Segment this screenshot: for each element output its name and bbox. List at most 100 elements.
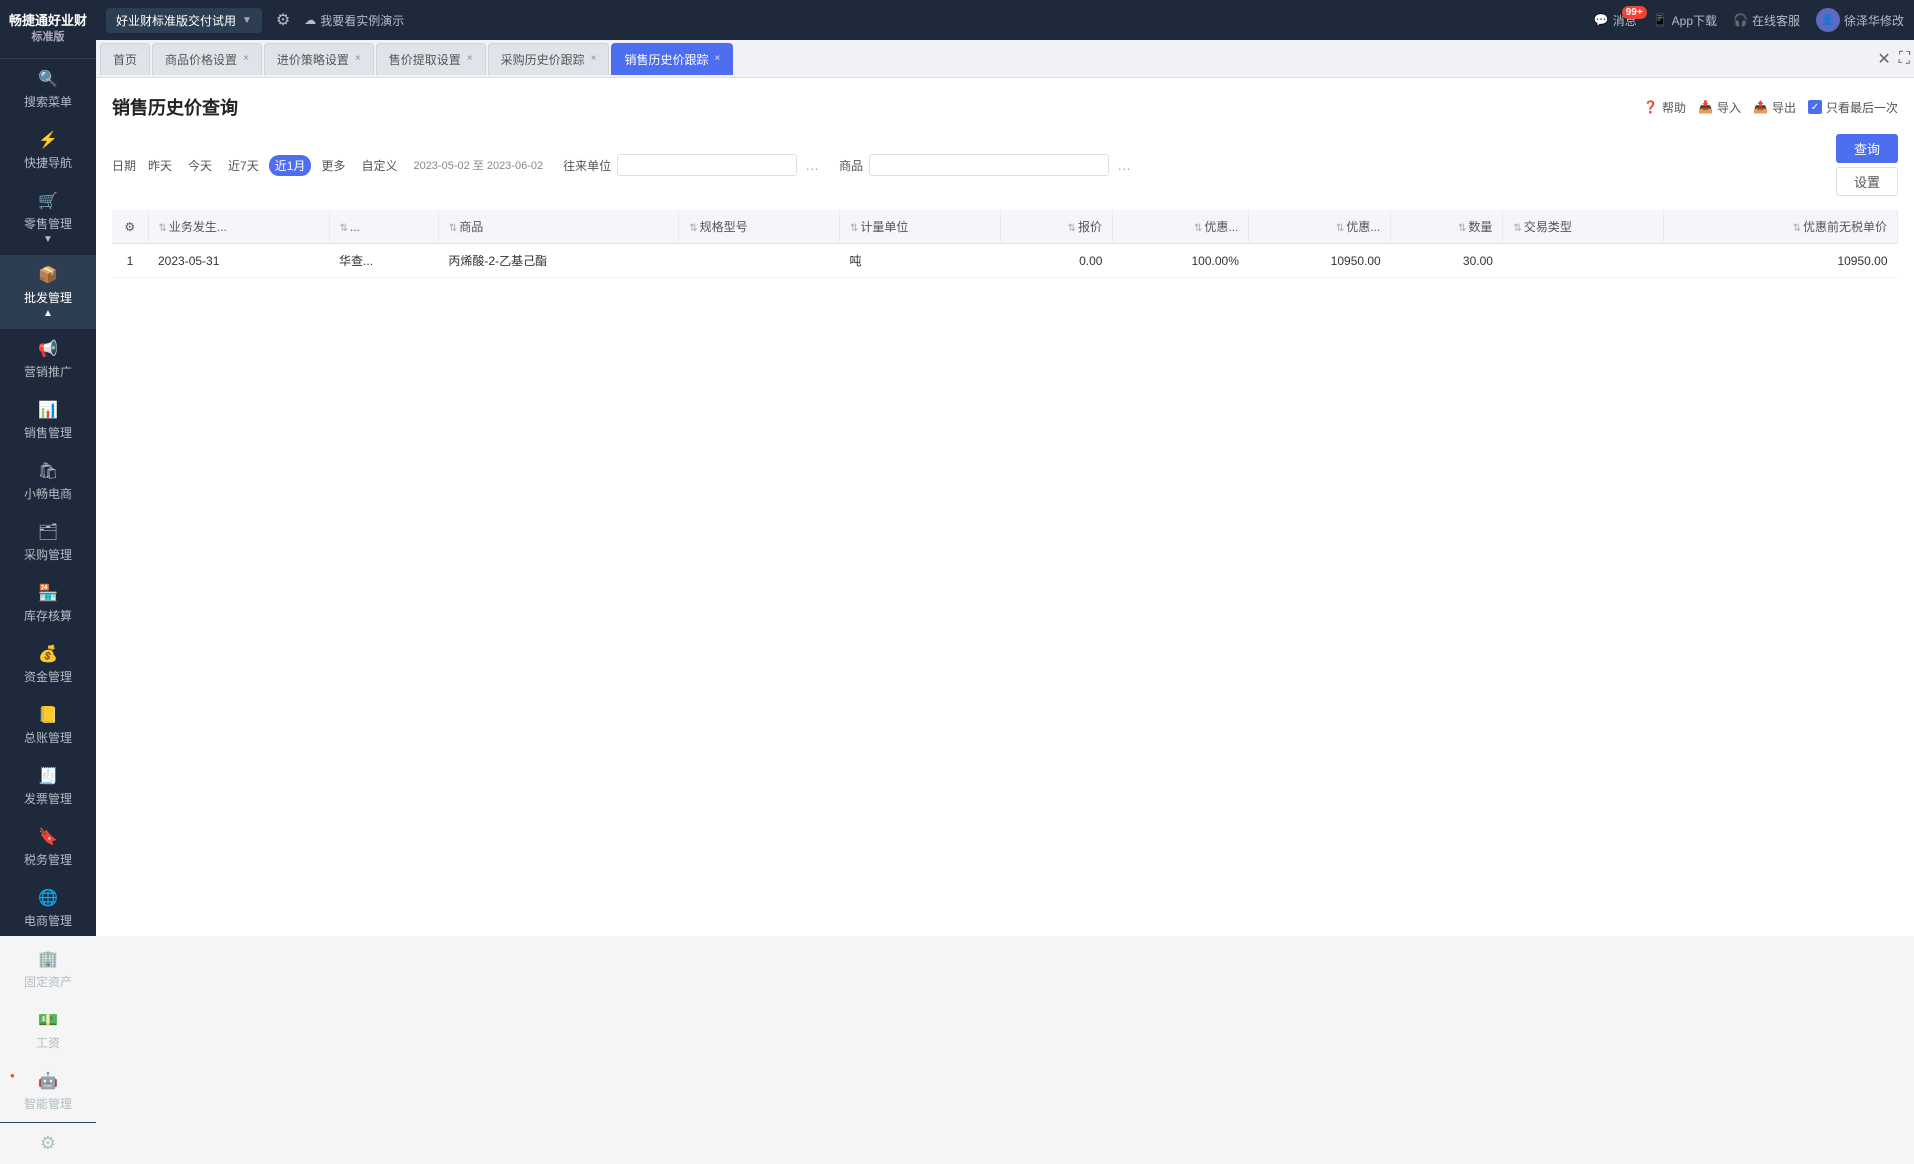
online-service-button[interactable]: 🎧 在线客服 (1733, 12, 1800, 29)
topbar-settings-button[interactable]: ⚙ (272, 6, 294, 34)
sidebar-item-wholesale[interactable]: 📦 批发管理 ▲ (0, 255, 96, 329)
phone-icon: 📱 (1653, 13, 1668, 27)
col-extra[interactable]: ⇅... (329, 210, 438, 244)
only-last-label: 只看最后一次 (1826, 99, 1898, 116)
window-controls: ✕ ⛶ (1877, 49, 1910, 69)
date-chip-yesterday[interactable]: 昨天 (142, 155, 178, 176)
sidebar-item-search[interactable]: 🔍 搜索菜单 (0, 59, 96, 120)
date-chip-1month[interactable]: 近1月 (269, 155, 312, 176)
filter-settings-button[interactable]: 设置 (1836, 167, 1898, 196)
col-quote[interactable]: ⇅报价 (1000, 210, 1112, 244)
close-icon[interactable]: × (467, 54, 473, 64)
main-area: 好业财标准版交付试用 ▼ ⚙ ☁ 我要看实例演示 💬 消息 99+ 📱 App下… (96, 0, 1914, 936)
date-chip-today[interactable]: 今天 (182, 155, 218, 176)
online-service-label: 在线客服 (1752, 12, 1800, 29)
user-profile-button[interactable]: 👤 徐泽华修改 (1816, 8, 1904, 32)
cell-trade-type (1503, 244, 1664, 278)
tab-sales-history[interactable]: 销售历史价跟踪 × (611, 43, 733, 75)
col-discount1[interactable]: ⇅优惠... (1112, 210, 1248, 244)
sort-icon: ⇅ (1458, 223, 1466, 234)
tab-purchase-history[interactable]: 采购历史价跟踪 × (488, 43, 610, 75)
sidebar-item-ecom[interactable]: 🛍 小畅电商 (0, 451, 96, 512)
sidebar-item-retail[interactable]: 🛒 零售管理 ▼ (0, 181, 96, 255)
message-badge: 99+ (1622, 6, 1647, 19)
only-last-checkbox[interactable]: ✓ 只看最后一次 (1808, 99, 1898, 116)
tab-sales-history-label: 销售历史价跟踪 (624, 51, 708, 68)
message-button[interactable]: 💬 消息 99+ (1594, 12, 1637, 29)
sidebar-item-quicknav[interactable]: ⚡ 快捷导航 (0, 120, 96, 181)
product-input[interactable] (869, 154, 1109, 176)
source-unit-input[interactable] (617, 154, 797, 176)
tab-purchase-strategy[interactable]: 进价策略设置 × (264, 43, 374, 75)
ecom-icon: 🛍 (38, 461, 58, 481)
cell-gear: 1 (112, 244, 148, 278)
tab-sale-price-extract[interactable]: 售价提取设置 × (376, 43, 486, 75)
date-chips: 昨天 今天 近7天 近1月 更多 自定义 (142, 155, 403, 176)
sidebar-item-finance[interactable]: 💰 资金管理 (0, 634, 96, 695)
table-row[interactable]: 1 2023-05-31 华查... 丙烯酸-2-乙基己酯 吨 0.00 100… (112, 244, 1898, 278)
sidebar-item-invoice[interactable]: 🧾 发票管理 (0, 756, 96, 817)
purchase-icon: 🗂 (38, 522, 58, 542)
col-trade-type[interactable]: ⇅交易类型 (1503, 210, 1664, 244)
help-button[interactable]: ❓ 帮助 (1643, 99, 1686, 116)
close-icon[interactable]: × (355, 54, 361, 64)
source-unit-dots-button[interactable]: … (805, 157, 819, 173)
query-button[interactable]: 查询 (1836, 134, 1898, 163)
retail-arrow-icon: ▼ (43, 234, 53, 245)
tab-purchase-history-label: 采购历史价跟踪 (501, 51, 585, 68)
date-chip-more[interactable]: 更多 (315, 155, 351, 176)
close-icon[interactable]: × (243, 54, 249, 64)
gear-col-icon: ⚙ (124, 220, 135, 234)
col-quantity[interactable]: ⇅数量 (1391, 210, 1503, 244)
sidebar-item-ledger[interactable]: 📒 总账管理 (0, 695, 96, 756)
close-icon[interactable]: × (591, 54, 597, 64)
sidebar-item-marketing[interactable]: 📢 营销推广 (0, 329, 96, 390)
page-header: 销售历史价查询 ❓ 帮助 📥 导入 📤 导出 ✓ 只看最后一次 (112, 94, 1898, 120)
maximize-window-button[interactable]: ⛶ (1899, 50, 1910, 68)
sort-icon: ⇅ (1194, 223, 1202, 234)
sidebar-item-assets[interactable]: 🏢 固定资产 (0, 939, 96, 1000)
col-gear: ⚙ (112, 210, 148, 244)
sidebar-item-tax[interactable]: 🔖 税务管理 (0, 817, 96, 878)
app-download-button[interactable]: 📱 App下载 (1653, 12, 1717, 29)
search-icon: 🔍 (38, 69, 58, 89)
col-discount2[interactable]: ⇅优惠... (1249, 210, 1391, 244)
cell-unit: 吨 (839, 244, 1000, 278)
sidebar-item-salary[interactable]: 💵 工资 (0, 1000, 96, 1061)
col-spec[interactable]: ⇅规格型号 (679, 210, 840, 244)
tab-product-price[interactable]: 商品价格设置 × (152, 43, 262, 75)
finance-icon: 💰 (38, 644, 58, 664)
app-selector[interactable]: 好业财标准版交付试用 ▼ (106, 8, 262, 33)
demo-button[interactable]: ☁ 我要看实例演示 (304, 12, 404, 29)
page-actions: ❓ 帮助 📥 导入 📤 导出 ✓ 只看最后一次 (1643, 99, 1898, 116)
sidebar-item-inventory[interactable]: 🏪 库存核算 (0, 573, 96, 634)
sidebar-item-settings[interactable]: ⚙ (0, 1122, 96, 1164)
gear-icon: ⚙ (276, 12, 290, 29)
sidebar-item-sales[interactable]: 📊 销售管理 (0, 390, 96, 451)
source-unit-filter-group: 往来单位 … (563, 154, 819, 176)
col-date[interactable]: ⇅业务发生... (148, 210, 329, 244)
import-button[interactable]: 📥 导入 (1698, 99, 1741, 116)
marketing-icon: 📢 (38, 339, 58, 359)
table-header-row: ⚙ ⇅业务发生... ⇅... ⇅商品 ⇅规格型号 ⇅计量单 (112, 210, 1898, 244)
date-chip-7days[interactable]: 近7天 (222, 155, 265, 176)
export-button[interactable]: 📤 导出 (1753, 99, 1796, 116)
date-chip-custom[interactable]: 自定义 (355, 155, 403, 176)
sidebar-item-salary-label: 工资 (36, 1034, 60, 1051)
sidebar-item-wholesale-label: 批发管理 (24, 289, 72, 306)
product-dots-button[interactable]: … (1117, 157, 1131, 173)
sidebar-item-purchase[interactable]: 🗂 采购管理 (0, 512, 96, 573)
sidebar-item-smart[interactable]: 🤖 智能管理 (0, 1061, 96, 1122)
headset-icon: 🎧 (1733, 13, 1748, 27)
filter-row: 日期 昨天 今天 近7天 近1月 更多 自定义 2023-05-02 至 202… (112, 134, 1898, 196)
sidebar-item-ecommerce[interactable]: 🌐 电商管理 (0, 878, 96, 939)
col-unit[interactable]: ⇅计量单位 (839, 210, 1000, 244)
tab-home[interactable]: 首页 (100, 43, 150, 75)
col-product[interactable]: ⇅商品 (438, 210, 678, 244)
sidebar-item-sales-label: 销售管理 (24, 424, 72, 441)
close-icon[interactable]: × (714, 54, 720, 64)
col-prediscount-price[interactable]: ⇅优惠前无税单价 (1664, 210, 1898, 244)
close-window-button[interactable]: ✕ (1877, 49, 1890, 69)
product-filter-group: 商品 … (839, 154, 1131, 176)
checkbox-checked-icon: ✓ (1808, 100, 1822, 114)
